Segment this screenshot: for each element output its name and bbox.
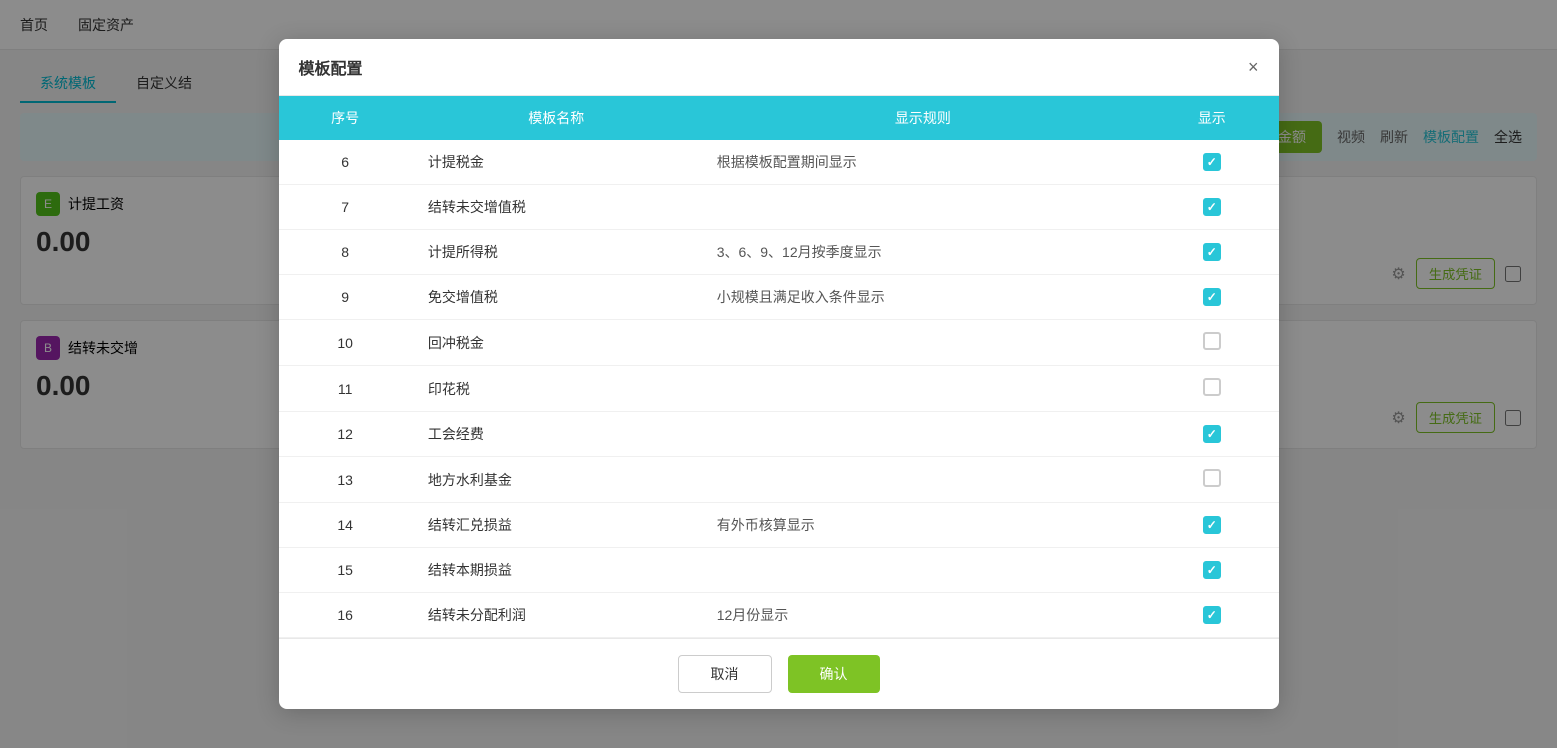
cell-name: 结转未交增值税 [412,185,701,230]
table-row: 9免交增值税小规模且满足收入条件显示 [279,275,1279,320]
cell-rule: 小规模且满足收入条件显示 [701,275,1145,320]
cell-name: 工会经费 [412,412,701,457]
table-header: 序号 模板名称 显示规则 显示 [279,96,1279,140]
cell-checkbox [1145,366,1278,412]
checkbox-display[interactable] [1203,243,1221,261]
cell-rule: 3、6、9、12月按季度显示 [701,230,1145,275]
modal-footer: 取消 确认 [279,638,1279,709]
cell-checkbox [1145,230,1278,275]
modal-header: 模板配置 × [279,39,1279,96]
table-row: 14结转汇兑损益有外币核算显示 [279,503,1279,548]
config-table: 序号 模板名称 显示规则 显示 6计提税金根据模板配置期间显示7结转未交增值税8… [279,96,1279,638]
cell-seq: 8 [279,230,412,275]
cell-checkbox [1145,185,1278,230]
cell-seq: 15 [279,548,412,593]
cell-seq: 10 [279,320,412,366]
cell-rule [701,548,1145,593]
cell-rule: 有外币核算显示 [701,503,1145,548]
modal-template-config: 模板配置 × 序号 模板名称 显示规则 显示 6计提税金根据模板配置期间显示7结… [279,39,1279,709]
cell-checkbox [1145,548,1278,593]
cell-checkbox [1145,140,1278,185]
cell-name: 结转本期损益 [412,548,701,593]
modal-title: 模板配置 [299,55,363,79]
cell-rule [701,412,1145,457]
checkbox-display[interactable] [1203,561,1221,579]
table-row: 6计提税金根据模板配置期间显示 [279,140,1279,185]
cell-name: 印花税 [412,366,701,412]
checkbox-display[interactable] [1203,378,1221,396]
cell-checkbox [1145,593,1278,638]
cell-rule: 12月份显示 [701,593,1145,638]
cell-seq: 12 [279,412,412,457]
cell-name: 地方水利基金 [412,457,701,503]
table-row: 13地方水利基金 [279,457,1279,503]
cell-name: 免交增值税 [412,275,701,320]
col-header-rule: 显示规则 [701,96,1145,140]
table-row: 15结转本期损益 [279,548,1279,593]
confirm-button[interactable]: 确认 [788,655,880,693]
table-row: 12工会经费 [279,412,1279,457]
cell-rule [701,185,1145,230]
checkbox-display[interactable] [1203,469,1221,487]
col-header-seq: 序号 [279,96,412,140]
modal-body[interactable]: 序号 模板名称 显示规则 显示 6计提税金根据模板配置期间显示7结转未交增值税8… [279,96,1279,638]
cell-seq: 13 [279,457,412,503]
cell-seq: 6 [279,140,412,185]
checkbox-display[interactable] [1203,516,1221,534]
cell-checkbox [1145,275,1278,320]
cell-name: 计提税金 [412,140,701,185]
table-body: 6计提税金根据模板配置期间显示7结转未交增值税8计提所得税3、6、9、12月按季… [279,140,1279,638]
cell-name: 计提所得税 [412,230,701,275]
table-row: 7结转未交增值税 [279,185,1279,230]
cell-checkbox [1145,503,1278,548]
checkbox-display[interactable] [1203,606,1221,624]
table-row: 8计提所得税3、6、9、12月按季度显示 [279,230,1279,275]
cell-checkbox [1145,457,1278,503]
checkbox-display[interactable] [1203,288,1221,306]
cell-seq: 14 [279,503,412,548]
checkbox-display[interactable] [1203,198,1221,216]
cell-seq: 11 [279,366,412,412]
table-row: 11印花税 [279,366,1279,412]
table-row: 16结转未分配利润12月份显示 [279,593,1279,638]
col-header-name: 模板名称 [412,96,701,140]
cell-checkbox [1145,320,1278,366]
cell-rule [701,366,1145,412]
checkbox-display[interactable] [1203,153,1221,171]
cell-checkbox [1145,412,1278,457]
checkbox-display[interactable] [1203,332,1221,350]
modal-close-button[interactable]: × [1248,58,1259,76]
col-header-display: 显示 [1145,96,1278,140]
cell-seq: 16 [279,593,412,638]
cell-seq: 9 [279,275,412,320]
modal-overlay: 模板配置 × 序号 模板名称 显示规则 显示 6计提税金根据模板配置期间显示7结… [0,0,1557,748]
cell-name: 结转未分配利润 [412,593,701,638]
cell-name: 结转汇兑损益 [412,503,701,548]
cell-rule [701,320,1145,366]
cell-seq: 7 [279,185,412,230]
table-row: 10回冲税金 [279,320,1279,366]
cancel-button[interactable]: 取消 [678,655,772,693]
cell-rule: 根据模板配置期间显示 [701,140,1145,185]
checkbox-display[interactable] [1203,425,1221,443]
cell-rule [701,457,1145,503]
cell-name: 回冲税金 [412,320,701,366]
